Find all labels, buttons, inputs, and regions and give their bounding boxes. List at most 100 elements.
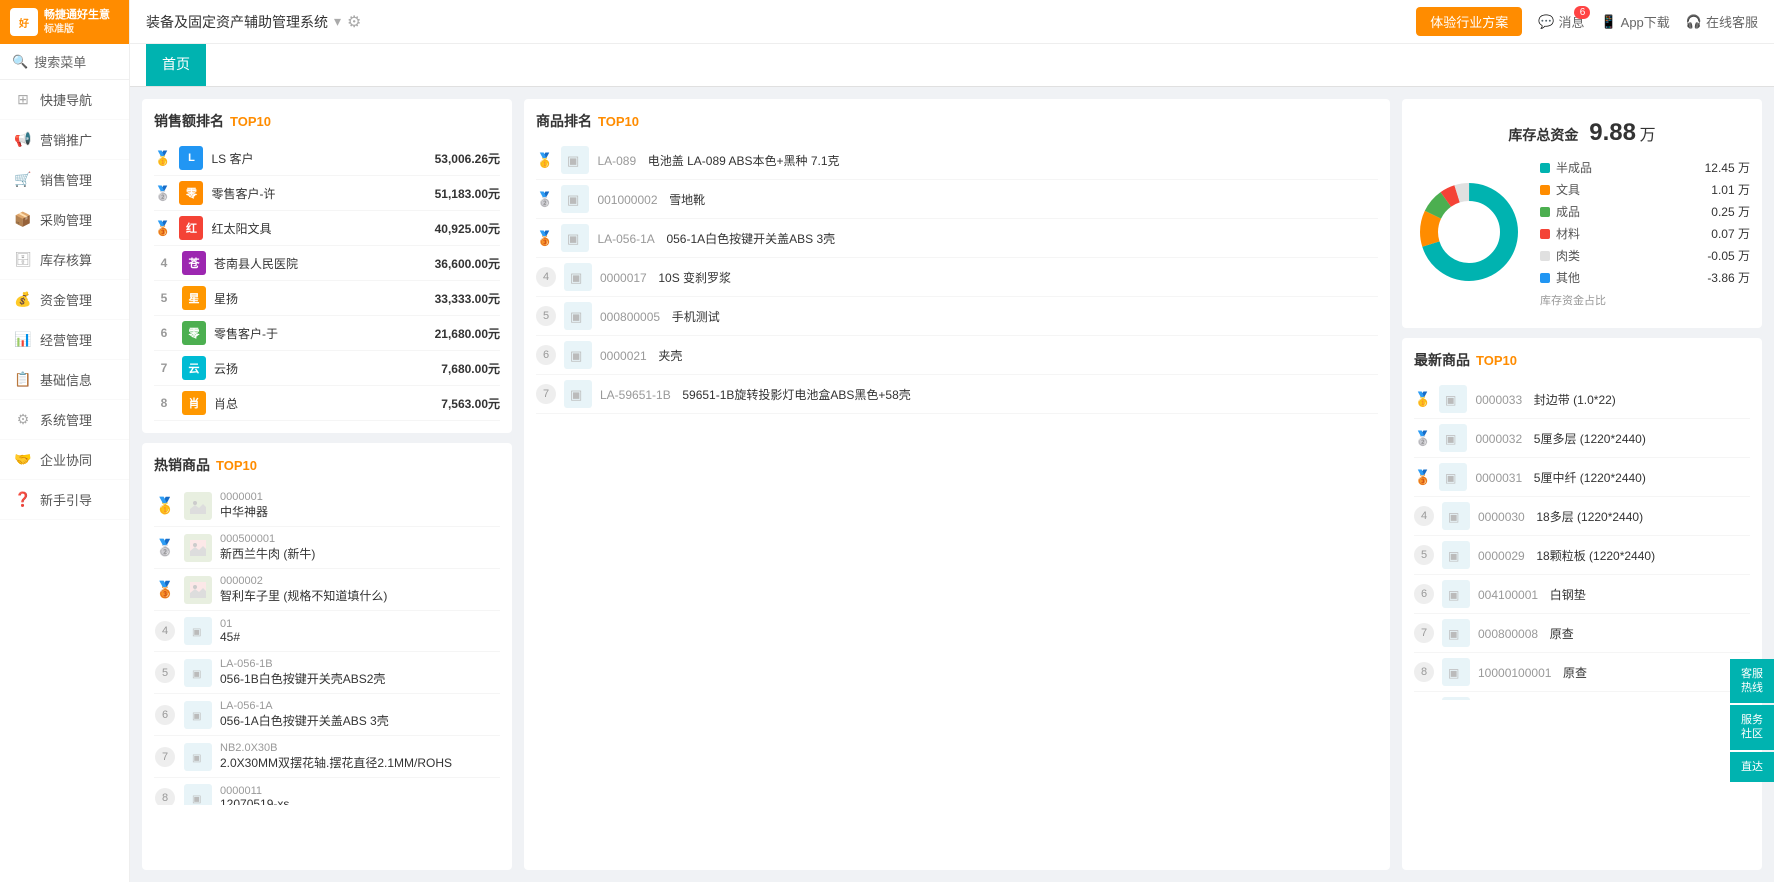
system-icon: ⚙ — [14, 411, 32, 429]
purchase-icon: 📦 — [14, 211, 32, 229]
customer-rank-item: 🥉 红 红太阳文具 40,925.00元 — [154, 211, 500, 246]
dropdown-icon[interactable]: ▾ — [334, 13, 341, 30]
new-product-item: 7 ▣ 000800008 原查 — [1414, 614, 1750, 653]
inventory-total: 库存总资金 9.88 万 — [1414, 111, 1750, 151]
direct-btn[interactable]: 直达 — [1730, 752, 1774, 782]
search-icon: 🔍 — [12, 54, 28, 70]
sidebar-item-marketing[interactable]: 📢 营销推广 — [0, 120, 129, 160]
legend-item: 半成品 12.45 万 — [1540, 159, 1750, 176]
new-products-list: 🥇 ▣ 0000033 封边带 (1.0*22) 🥈 ▣ 0000032 5厘多… — [1414, 380, 1750, 700]
svg-text:▣: ▣ — [1445, 393, 1456, 407]
product-rank-title: 商品排名 TOP10 — [536, 111, 1378, 131]
service-community-btn[interactable]: 服务 社区 — [1730, 705, 1774, 750]
customer-rank-card: 销售额排名 TOP10 🥇 L LS 客户 53,006.26元 🥈 零 零售客… — [142, 99, 512, 433]
sidebar-item-finance[interactable]: 💰 资金管理 — [0, 280, 129, 320]
home-icon: ⊞ — [14, 91, 32, 109]
svg-text:▣: ▣ — [192, 627, 201, 638]
svg-text:▣: ▣ — [567, 153, 579, 168]
hot-product-item: 5 ▣ LA-056-1B 056-1B白色按键开关壳ABS2壳 — [154, 652, 500, 694]
hot-products-list: 🥇 0000001 中华神器 🥈 000500001 新西兰牛肉 (新牛) 🥉 … — [154, 485, 500, 805]
app-logo: 好 畅捷通好生意 标准版 — [0, 0, 129, 44]
experience-btn[interactable]: 体验行业方案 — [1416, 7, 1522, 36]
product-rank-item: 4 ▣ 0000017 10S 变刹罗浆 — [536, 258, 1378, 297]
float-buttons: 客服 热线 服务 社区 直达 — [1730, 659, 1774, 782]
app-download-btn[interactable]: 📱 App下载 — [1600, 12, 1669, 31]
sidebar-item-inventory[interactable]: 🗄 库存核算 — [0, 240, 129, 280]
new-product-item: 🥉 ▣ 0000031 5厘中纤 (1220*2440) — [1414, 458, 1750, 497]
hot-product-item: 8 ▣ 0000011 12070519-xs — [154, 778, 500, 805]
customer-rank-title: 销售额排名 TOP10 — [154, 111, 500, 131]
product-rank-item: 🥈 ▣ 001000002 雪地靴 — [536, 180, 1378, 219]
legend-item: 肉类 -0.05 万 — [1540, 247, 1750, 264]
messages-btn[interactable]: 💬 消息 6 — [1538, 12, 1584, 31]
hot-products-card: 热销商品 TOP10 🥇 0000001 中华神器 🥈 000500001 新西… — [142, 443, 512, 870]
product-rank-item: 5 ▣ 000800005 手机测试 — [536, 297, 1378, 336]
svg-text:▣: ▣ — [1445, 471, 1456, 485]
svg-text:▣: ▣ — [567, 192, 579, 207]
settings-icon[interactable]: ⚙ — [347, 12, 361, 32]
guide-icon: ❓ — [14, 491, 32, 509]
product-rank-item: 🥇 ▣ LA-089 电池盖 LA-089 ABS本色+黑种 7.1克 — [536, 141, 1378, 180]
sidebar-item-operations[interactable]: 📊 经营管理 — [0, 320, 129, 360]
sidebar-item-purchase[interactable]: 📦 采购管理 — [0, 200, 129, 240]
svg-text:▣: ▣ — [1448, 510, 1459, 524]
sidebar-item-guide[interactable]: ❓ 新手引导 — [0, 480, 129, 520]
cooperation-icon: 🤝 — [14, 451, 32, 469]
right-column: 库存总资金 9.88 万 — [1402, 99, 1762, 870]
hot-product-item: 🥇 0000001 中华神器 — [154, 485, 500, 527]
new-product-item: 8 ▣ 10000100001 原查 — [1414, 653, 1750, 692]
logo-icon: 好 — [10, 8, 38, 36]
customer-service-btn[interactable]: 客服 热线 — [1730, 659, 1774, 704]
donut-chart — [1414, 177, 1524, 290]
sidebar-item-system[interactable]: ⚙ 系统管理 — [0, 400, 129, 440]
sidebar-item-cooperation[interactable]: 🤝 企业协同 — [0, 440, 129, 480]
sidebar-item-quick-nav[interactable]: ⊞ 快捷导航 — [0, 80, 129, 120]
sidebar-item-basics[interactable]: 📋 基础信息 — [0, 360, 129, 400]
search-menu[interactable]: 🔍 搜索菜单 — [0, 44, 129, 80]
sidebar: 好 畅捷通好生意 标准版 🔍 搜索菜单 ⊞ 快捷导航 📢 营销推广 🛒 销售管理… — [0, 0, 130, 882]
inventory-card: 库存总资金 9.88 万 — [1402, 99, 1762, 328]
svg-text:▣: ▣ — [1448, 627, 1459, 641]
legend-item: 材料 0.07 万 — [1540, 225, 1750, 242]
finance-icon: 💰 — [14, 291, 32, 309]
customer-rank-item: 🥈 零 零售客户-许 51,183.00元 — [154, 176, 500, 211]
customer-rank-item: 🥇 L LS 客户 53,006.26元 — [154, 141, 500, 176]
product-rank-item: 7 ▣ LA-59651-1B 59651-1B旋转投影灯电池盒ABS黑色+58… — [536, 375, 1378, 414]
new-product-item: 6 ▣ 004100001 白钢垫 — [1414, 575, 1750, 614]
svg-text:▣: ▣ — [570, 348, 582, 363]
mid-column: 商品排名 TOP10 🥇 ▣ LA-089 电池盖 LA-089 ABS本色+黑… — [524, 99, 1390, 870]
svg-text:▣: ▣ — [570, 309, 582, 324]
new-product-item: 🥈 ▣ 0000032 5厘多层 (1220*2440) — [1414, 419, 1750, 458]
legend-item: 成品 0.25 万 — [1540, 203, 1750, 220]
product-rank-item: 🥉 ▣ LA-056-1A 056-1A白色按键开关盖ABS 3壳 — [536, 219, 1378, 258]
sidebar-item-sales[interactable]: 🛒 销售管理 — [0, 160, 129, 200]
hot-product-item: 7 ▣ NB2.0X30B 2.0X30MM双摆花轴.摆花直径2.1MM/ROH… — [154, 736, 500, 778]
customer-rank-item: 4 苍 苍南县人民医院 36,600.00元 — [154, 246, 500, 281]
legend-item: 其他 -3.86 万 — [1540, 269, 1750, 286]
svg-text:▣: ▣ — [570, 270, 582, 285]
svg-text:▣: ▣ — [567, 231, 579, 246]
inventory-legend: 半成品 12.45 万 文具 1.01 万 成品 0.25 万 材料 0.07 … — [1540, 159, 1750, 308]
customer-rank-item: 8 肖 肖总 7,563.00元 — [154, 386, 500, 421]
topbar: 装备及固定资产辅助管理系统 ▾ ⚙ 体验行业方案 💬 消息 6 📱 App下载 … — [130, 0, 1774, 44]
new-product-item: 4 ▣ 0000030 18多层 (1220*2440) — [1414, 497, 1750, 536]
customer-rank-item: 5 星 星扬 33,333.00元 — [154, 281, 500, 316]
hot-product-item: 🥈 000500001 新西兰牛肉 (新牛) — [154, 527, 500, 569]
new-product-item: 9 ▣ 0000028 体械荔枝味苏打饮品400毫升 (1*15) — [1414, 692, 1750, 700]
product-rank-card: 商品排名 TOP10 🥇 ▣ LA-089 电池盖 LA-089 ABS本色+黑… — [524, 99, 1390, 870]
tab-home[interactable]: 首页 — [146, 44, 206, 86]
hot-product-item: 🥉 0000002 智利车子里 (规格不知道填什么) — [154, 569, 500, 611]
main-container: 装备及固定资产辅助管理系统 ▾ ⚙ 体验行业方案 💬 消息 6 📱 App下载 … — [130, 0, 1774, 882]
svg-text:▣: ▣ — [192, 669, 201, 680]
new-products-title: 最新商品 TOP10 — [1414, 350, 1750, 370]
new-products-card: 最新商品 TOP10 🥇 ▣ 0000033 封边带 (1.0*22) 🥈 ▣ … — [1402, 338, 1762, 870]
page-tabs: 首页 — [130, 44, 1774, 87]
svg-text:▣: ▣ — [1448, 666, 1459, 680]
online-service-btn[interactable]: 🎧 在线客服 — [1686, 12, 1758, 31]
product-rank-item: 6 ▣ 0000021 夹壳 — [536, 336, 1378, 375]
svg-text:▣: ▣ — [1448, 549, 1459, 563]
donut-wrap: 半成品 12.45 万 文具 1.01 万 成品 0.25 万 材料 0.07 … — [1414, 151, 1750, 316]
legend-item: 文具 1.01 万 — [1540, 181, 1750, 198]
inventory-icon: 🗄 — [14, 251, 32, 269]
svg-text:▣: ▣ — [1445, 432, 1456, 446]
